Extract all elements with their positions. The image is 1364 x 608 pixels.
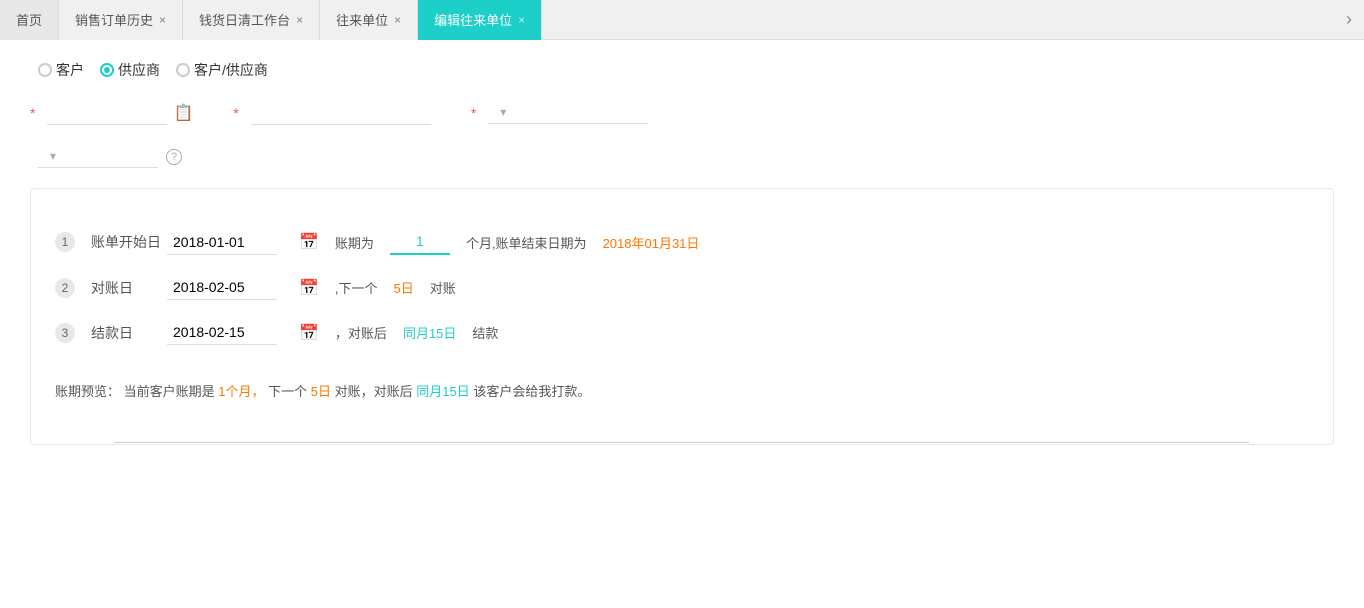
payment-highlight: 同月15日 xyxy=(403,323,456,342)
period-num-3: 3 xyxy=(55,323,75,343)
payment-condition-chevron: ▾ xyxy=(50,149,56,163)
reconcile-highlight: 5日 xyxy=(394,278,414,297)
period-num-2: 2 xyxy=(55,278,75,298)
tab-home[interactable]: 首页 xyxy=(0,0,59,40)
tab-bar: 首页 销售订单历史 × 钱货日清工作台 × 往来单位 × 编辑往来单位 × › xyxy=(0,0,1364,40)
radio-supplier[interactable]: 供应商 xyxy=(100,60,160,80)
unit-name-required: * xyxy=(233,105,238,121)
unit-code-group: * 📋 xyxy=(30,100,193,125)
preview-suffix: 该客户会给我打款。 xyxy=(473,384,590,399)
page-content: 客户 供应商 客户/供应商 * 📋 * * ▾ xyxy=(0,40,1364,608)
period-row-3-label: 结款日 xyxy=(91,323,151,343)
preview-label: 账期预览： xyxy=(55,384,120,399)
unit-category-group: * ▾ xyxy=(471,101,648,124)
reconcile-date-input[interactable] xyxy=(167,275,277,300)
reconcile-cal-icon[interactable]: 📅 xyxy=(299,278,319,298)
help-icon[interactable]: ? xyxy=(166,149,182,165)
tab-sales-history[interactable]: 销售订单历史 × xyxy=(59,0,183,40)
tab-close-edit-partner[interactable]: × xyxy=(518,13,525,27)
tab-label-home: 首页 xyxy=(16,10,42,29)
unit-category-chevron: ▾ xyxy=(500,105,506,119)
preview-part1: 1个月， xyxy=(218,384,264,399)
period-row-1-desc-suffix: 个月,账单结束日期为 xyxy=(466,233,587,252)
period-row-2-label: 对账日 xyxy=(91,278,151,298)
payment-condition-group: ▾ ? xyxy=(30,145,182,168)
unit-code-required: * xyxy=(30,105,35,121)
radio-label-customer: 客户 xyxy=(56,60,84,80)
radio-circle-customer xyxy=(38,63,52,77)
preview-part3: 同月15日 xyxy=(416,384,469,399)
period-num-1: 1 xyxy=(55,232,75,252)
radio-both[interactable]: 客户/供应商 xyxy=(176,60,268,80)
payment-condition-select[interactable]: ▾ xyxy=(38,145,158,168)
unit-type-radio-group: 客户 供应商 客户/供应商 xyxy=(38,60,268,80)
tab-label-edit-partner: 编辑往来单位 xyxy=(434,10,512,29)
preview-mid2: 对账，对账后 xyxy=(335,384,413,399)
months-input[interactable] xyxy=(390,229,450,255)
tab-label-cash-work: 钱货日清工作台 xyxy=(199,10,290,29)
tab-more-button[interactable]: › xyxy=(1334,9,1364,30)
period-row-3-desc-prefix: ，对账后 xyxy=(335,323,387,342)
period-end-date-highlight: 2018年01月31日 xyxy=(603,233,700,252)
tab-close-partner-unit[interactable]: × xyxy=(394,13,401,27)
period-row-2-desc-prefix: ,下一个 xyxy=(335,278,378,297)
tab-partner-unit[interactable]: 往来单位 × xyxy=(320,0,418,40)
preview-prefix: 当前客户账期是 xyxy=(124,384,215,399)
tab-label-sales-history: 销售订单历史 xyxy=(75,10,153,29)
unit-code-icon[interactable]: 📋 xyxy=(173,103,193,123)
radio-circle-supplier xyxy=(100,63,114,77)
tab-cash-work[interactable]: 钱货日清工作台 × xyxy=(183,0,320,40)
payment-cal-icon[interactable]: 📅 xyxy=(299,323,319,343)
unit-type-group: 客户 供应商 客户/供应商 xyxy=(30,60,268,80)
period-row-1-label: 账单开始日 xyxy=(91,232,151,252)
unit-code-input[interactable] xyxy=(47,100,167,125)
payment-date-input[interactable] xyxy=(167,320,277,345)
tab-close-cash-work[interactable]: × xyxy=(296,13,303,27)
preview-part2: 5日 xyxy=(311,384,331,399)
tab-label-partner-unit: 往来单位 xyxy=(336,10,388,29)
period-start-cal-icon[interactable]: 📅 xyxy=(299,232,319,252)
period-row-1-desc-prefix: 账期为 xyxy=(335,233,374,252)
radio-label-both: 客户/供应商 xyxy=(194,60,268,80)
unit-name-input[interactable] xyxy=(251,100,431,125)
radio-circle-both xyxy=(176,63,190,77)
preview-mid: 下一个 xyxy=(268,384,307,399)
period-row-3: 3 结款日 📅 ，对账后 同月15日 结款 xyxy=(55,320,1309,345)
payment-condition-row: ▾ ? xyxy=(30,145,1334,168)
preview-text: 账期预览： 当前客户账期是 1个月， 下一个 5日 对账，对账后 同月15日 该… xyxy=(55,381,1309,400)
radio-customer[interactable]: 客户 xyxy=(38,60,84,80)
unit-category-required: * xyxy=(471,105,476,121)
timeline-line xyxy=(115,442,1249,443)
period-row-2: 2 对账日 📅 ,下一个 5日 对账 xyxy=(55,275,1309,300)
period-box: 1 账单开始日 📅 账期为 个月,账单结束日期为 2018年01月31日 2 对… xyxy=(30,188,1334,445)
tab-close-sales-history[interactable]: × xyxy=(159,13,166,27)
period-start-date-input[interactable] xyxy=(167,230,277,255)
period-row-3-desc-suffix: 结款 xyxy=(472,323,498,342)
unit-category-select[interactable]: ▾ xyxy=(488,101,648,124)
unit-name-group: * xyxy=(233,100,430,125)
preview-section: 账期预览： 当前客户账期是 1个月， 下一个 5日 对账，对账后 同月15日 该… xyxy=(55,365,1309,420)
period-row-1: 1 账单开始日 📅 账期为 个月,账单结束日期为 2018年01月31日 xyxy=(55,229,1309,255)
period-row-2-desc-suffix: 对账 xyxy=(430,278,456,297)
unit-info-row: * 📋 * * ▾ xyxy=(30,100,1334,125)
radio-label-supplier: 供应商 xyxy=(118,60,160,80)
unit-type-row: 客户 供应商 客户/供应商 xyxy=(30,60,1334,80)
tab-edit-partner[interactable]: 编辑往来单位 × xyxy=(418,0,542,40)
